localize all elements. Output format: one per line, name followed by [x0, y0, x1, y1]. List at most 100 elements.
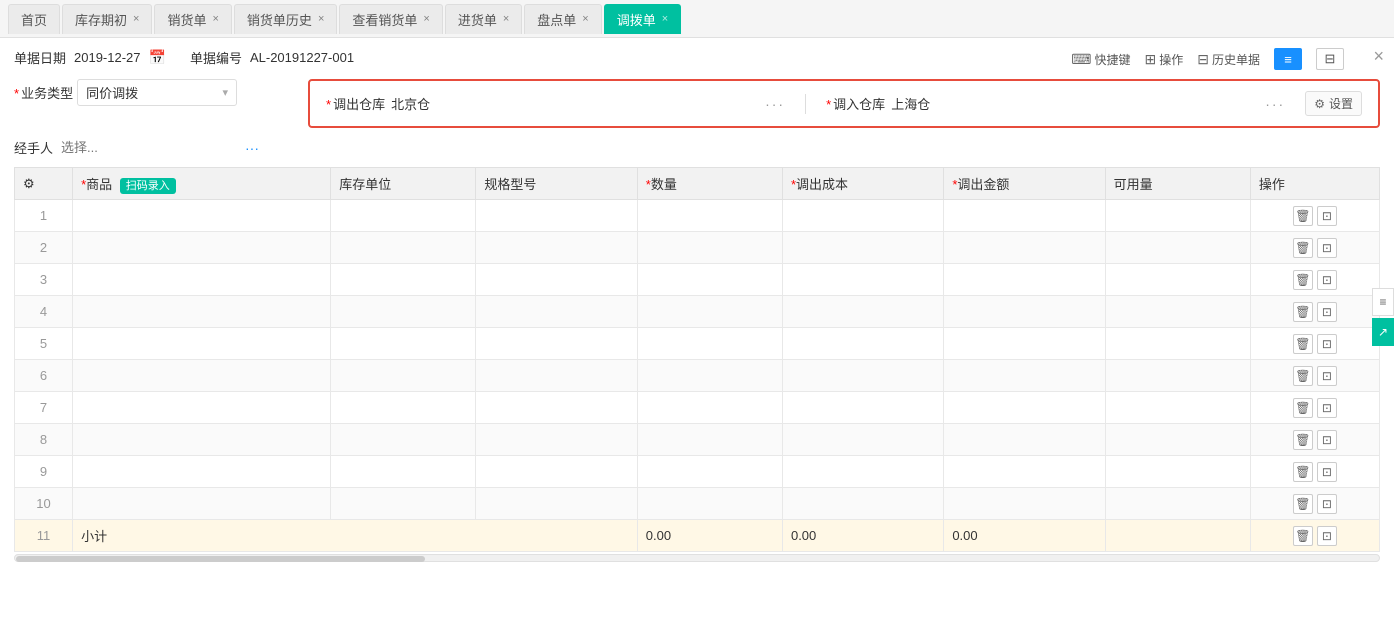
row-available-8[interactable] — [1105, 424, 1250, 456]
tab-inventory-init[interactable]: 库存期初 × — [62, 4, 152, 34]
tab-purchase[interactable]: 进货单 × — [445, 4, 522, 34]
row-copy-11[interactable]: ⊡ — [1317, 526, 1337, 546]
row-copy-7[interactable]: ⊡ — [1317, 398, 1337, 418]
row-unit-3[interactable] — [331, 264, 476, 296]
tab-close-sales-history[interactable]: × — [318, 13, 324, 25]
row-delete-1[interactable]: 🗑 — [1293, 206, 1313, 226]
row-cost-1[interactable] — [782, 200, 943, 232]
handler-input[interactable] — [61, 140, 237, 155]
row-spec-10[interactable] — [476, 488, 637, 520]
row-unit-10[interactable] — [331, 488, 476, 520]
transfer-in-more-button[interactable]: ··· — [1265, 96, 1285, 112]
row-product-4[interactable] — [73, 296, 331, 328]
row-product-10[interactable] — [73, 488, 331, 520]
row-available-6[interactable] — [1105, 360, 1250, 392]
row-unit-2[interactable] — [331, 232, 476, 264]
scrollbar-thumb[interactable] — [16, 556, 425, 562]
row-qty-10[interactable] — [637, 488, 782, 520]
row-product-8[interactable] — [73, 424, 331, 456]
row-delete-10[interactable]: 🗑 — [1293, 494, 1313, 514]
row-cost-2[interactable] — [782, 232, 943, 264]
th-settings[interactable]: ⚙ — [15, 168, 73, 200]
row-cost-9[interactable] — [782, 456, 943, 488]
row-delete-5[interactable]: 🗑 — [1293, 334, 1313, 354]
tab-view-sales[interactable]: 查看销货单 × — [339, 4, 442, 34]
row-copy-1[interactable]: ⊡ — [1317, 206, 1337, 226]
row-available-2[interactable] — [1105, 232, 1250, 264]
tab-close-view-sales[interactable]: × — [423, 13, 429, 25]
list-view-button[interactable]: ≡ — [1274, 48, 1302, 70]
row-available-7[interactable] — [1105, 392, 1250, 424]
row-unit-7[interactable] — [331, 392, 476, 424]
row-product-1[interactable] — [73, 200, 331, 232]
row-copy-3[interactable]: ⊡ — [1317, 270, 1337, 290]
row-amount-9[interactable] — [944, 456, 1105, 488]
row-cost-7[interactable] — [782, 392, 943, 424]
row-unit-4[interactable] — [331, 296, 476, 328]
row-amount-6[interactable] — [944, 360, 1105, 392]
row-qty-6[interactable] — [637, 360, 782, 392]
row-spec-7[interactable] — [476, 392, 637, 424]
row-amount-1[interactable] — [944, 200, 1105, 232]
row-cost-8[interactable] — [782, 424, 943, 456]
row-spec-4[interactable] — [476, 296, 637, 328]
row-copy-5[interactable]: ⊡ — [1317, 334, 1337, 354]
row-qty-8[interactable] — [637, 424, 782, 456]
row-cost-5[interactable] — [782, 328, 943, 360]
row-cost-3[interactable] — [782, 264, 943, 296]
row-available-5[interactable] — [1105, 328, 1250, 360]
tab-close-transfer[interactable]: × — [662, 13, 668, 25]
scan-button[interactable]: 扫码录入 — [120, 178, 176, 194]
horizontal-scrollbar[interactable] — [14, 554, 1380, 562]
row-cost-6[interactable] — [782, 360, 943, 392]
row-product-2[interactable] — [73, 232, 331, 264]
row-spec-5[interactable] — [476, 328, 637, 360]
row-qty-7[interactable] — [637, 392, 782, 424]
row-unit-6[interactable] — [331, 360, 476, 392]
row-spec-1[interactable] — [476, 200, 637, 232]
row-copy-6[interactable]: ⊡ — [1317, 366, 1337, 386]
row-delete-6[interactable]: 🗑 — [1293, 366, 1313, 386]
tab-close-purchase[interactable]: × — [503, 13, 509, 25]
row-available-3[interactable] — [1105, 264, 1250, 296]
row-unit-9[interactable] — [331, 456, 476, 488]
row-product-3[interactable] — [73, 264, 331, 296]
row-copy-2[interactable]: ⊡ — [1317, 238, 1337, 258]
row-available-1[interactable] — [1105, 200, 1250, 232]
ops-button[interactable]: ⊞ 操作 — [1145, 51, 1184, 68]
row-amount-10[interactable] — [944, 488, 1105, 520]
calendar-icon[interactable]: 📅 — [149, 49, 166, 66]
row-product-6[interactable] — [73, 360, 331, 392]
tab-stocktake[interactable]: 盘点单 × — [524, 4, 601, 34]
tab-close-sales[interactable]: × — [212, 13, 218, 25]
row-amount-3[interactable] — [944, 264, 1105, 296]
tab-transfer[interactable]: 调拨单 × — [604, 4, 681, 34]
row-delete-8[interactable]: 🗑 — [1293, 430, 1313, 450]
row-amount-7[interactable] — [944, 392, 1105, 424]
row-delete-7[interactable]: 🗑 — [1293, 398, 1313, 418]
row-copy-8[interactable]: ⊡ — [1317, 430, 1337, 450]
settings-button[interactable]: ⚙ 设置 — [1305, 91, 1362, 116]
row-delete-11[interactable]: 🗑 — [1293, 526, 1313, 546]
row-qty-3[interactable] — [637, 264, 782, 296]
row-delete-4[interactable]: 🗑 — [1293, 302, 1313, 322]
transfer-out-more-button[interactable]: ··· — [765, 96, 785, 112]
row-product-9[interactable] — [73, 456, 331, 488]
row-amount-2[interactable] — [944, 232, 1105, 264]
row-unit-1[interactable] — [331, 200, 476, 232]
tab-home[interactable]: 首页 — [8, 4, 60, 34]
row-qty-5[interactable] — [637, 328, 782, 360]
history-button[interactable]: ⊟ 历史单据 — [1197, 51, 1260, 68]
tab-sales[interactable]: 销货单 × — [154, 4, 231, 34]
shortcut-button[interactable]: ⌨ 快捷键 — [1071, 51, 1130, 68]
row-amount-8[interactable] — [944, 424, 1105, 456]
row-qty-1[interactable] — [637, 200, 782, 232]
grid-view-button[interactable]: ⊟ — [1316, 48, 1344, 70]
row-spec-8[interactable] — [476, 424, 637, 456]
row-delete-2[interactable]: 🗑 — [1293, 238, 1313, 258]
business-type-selector[interactable]: 同价调拨 ▾ — [77, 79, 237, 106]
row-amount-4[interactable] — [944, 296, 1105, 328]
row-qty-2[interactable] — [637, 232, 782, 264]
row-copy-9[interactable]: ⊡ — [1317, 462, 1337, 482]
row-cost-10[interactable] — [782, 488, 943, 520]
